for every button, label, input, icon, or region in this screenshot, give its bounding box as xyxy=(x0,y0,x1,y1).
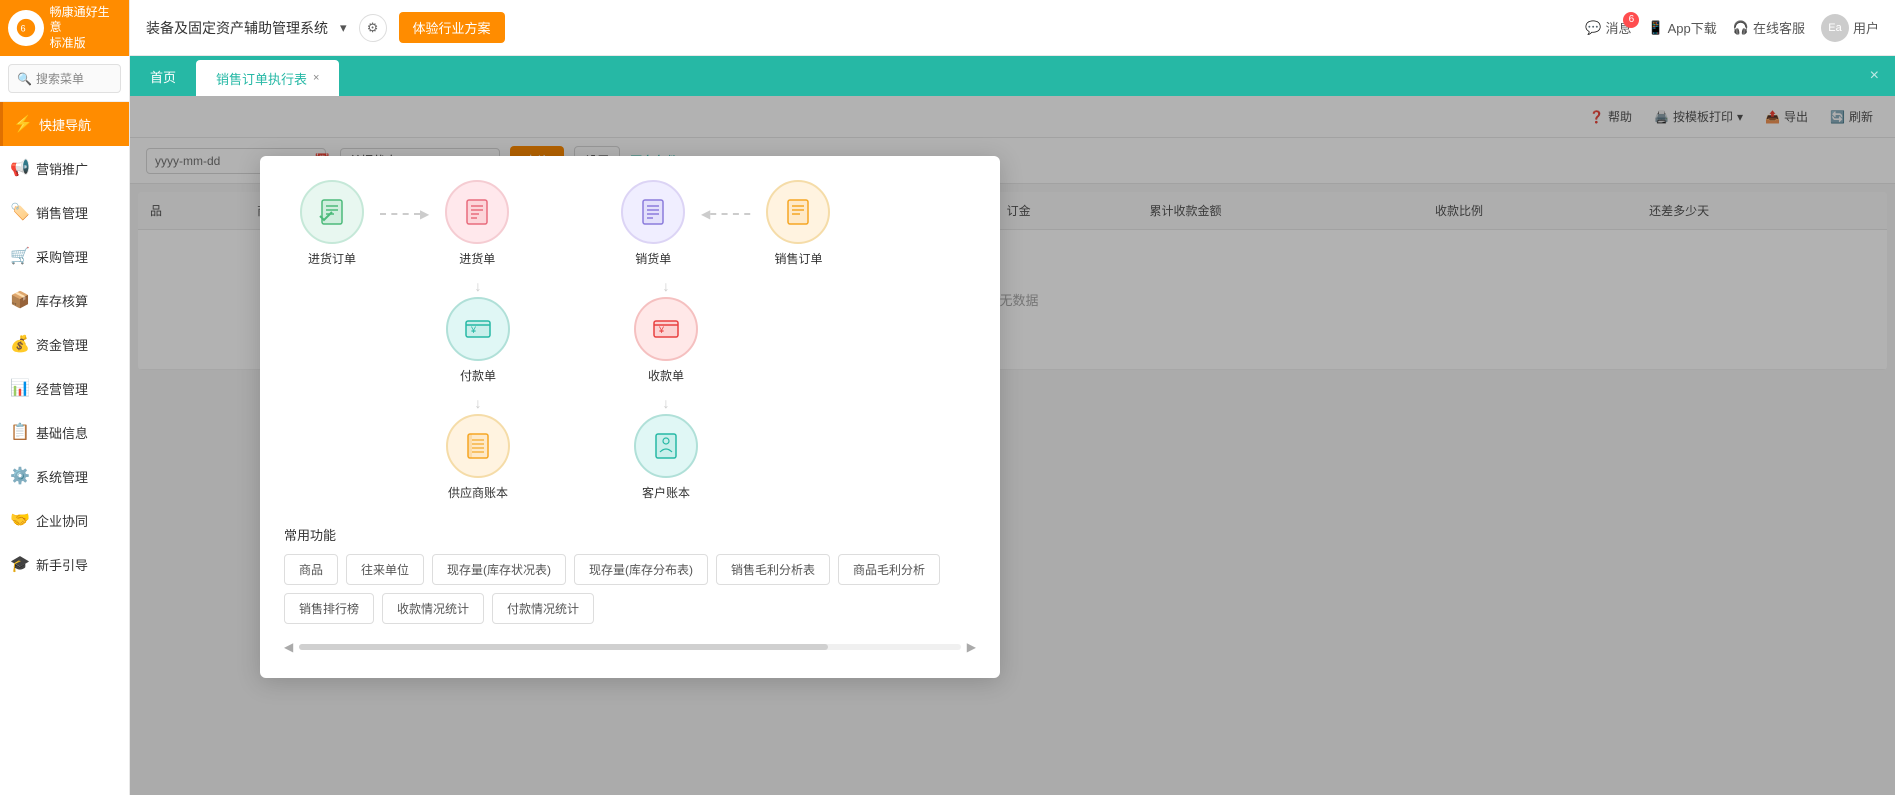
payment-icon: ¥ xyxy=(446,297,510,361)
avatar: Ea xyxy=(1821,14,1849,42)
sidebar-item-system[interactable]: ⚙️ 系统管理 xyxy=(0,454,129,498)
arrow-down-customer: ↓ xyxy=(663,396,670,410)
marketing-icon: 📢 xyxy=(10,158,28,178)
settings-button[interactable]: ⚙ xyxy=(359,14,387,42)
sidebar-item-finance[interactable]: 💰 资金管理 xyxy=(0,322,129,366)
message-button[interactable]: 💬 6 消息 xyxy=(1585,18,1631,37)
flow-node-sales-bill[interactable]: 销货单 xyxy=(621,180,685,267)
purchase-icon: 🛒 xyxy=(10,246,28,266)
flow-node-payment[interactable]: ¥ 付款单 xyxy=(446,297,510,384)
topbar-right: 💬 6 消息 📱 App下载 🎧 在线客服 Ea 用户 xyxy=(1585,14,1879,42)
sidebar-nav: ⚡ 快捷导航 📢 营销推广 🏷️ 销售管理 🛒 采购管理 📦 库存核算 💰 xyxy=(0,102,129,795)
topbar: 装备及固定资产辅助管理系统 ▾ ⚙ 体验行业方案 💬 6 消息 📱 App下载 xyxy=(130,0,1895,56)
tabbar: 首页 销售订单执行表 × × xyxy=(130,56,1895,96)
flow-node-purchase-order[interactable]: 进货订单 xyxy=(300,180,364,267)
sidebar-item-collab[interactable]: 🤝 企业协同 xyxy=(0,498,129,542)
sidebar-item-inventory[interactable]: 📦 库存核算 xyxy=(0,278,129,322)
flow-node-purchase-bill[interactable]: 进货单 xyxy=(445,180,509,267)
common-btn-product[interactable]: 商品 xyxy=(284,554,338,585)
flow-node-sales-order[interactable]: 销售订单 xyxy=(766,180,830,267)
quick-guide-modal: 进货订单 ▶ xyxy=(260,156,1000,678)
sidebar-item-basic[interactable]: 📋 基础信息 xyxy=(0,410,129,454)
sidebar-item-sales[interactable]: 🏷️ 销售管理 xyxy=(0,190,129,234)
collab-icon: 🤝 xyxy=(10,510,28,530)
system-title: 装备及固定资产辅助管理系统 xyxy=(146,18,328,38)
search-menu-button[interactable]: 🔍 搜索菜单 xyxy=(8,64,121,93)
arrow-down-supplier: ↓ xyxy=(475,396,482,410)
receipt-icon: ¥ xyxy=(634,297,698,361)
arrow-down-receipt: ↓ xyxy=(663,279,670,293)
sidebar-search-area: 🔍 搜索菜单 xyxy=(0,56,129,102)
common-btn-sales-rank[interactable]: 销售排行榜 xyxy=(284,593,374,624)
gear-icon: ⚙ xyxy=(367,20,379,36)
common-functions-section: 常用功能 商品 往来单位 现存量(库存状况表) 现存量(库存分布表) 销售毛利分… xyxy=(284,525,976,624)
customer-account-icon xyxy=(634,414,698,478)
close-all-tabs-button[interactable]: × xyxy=(1870,67,1895,85)
common-btn-product-profit[interactable]: 商品毛利分析 xyxy=(838,554,940,585)
modal-overlay[interactable]: 进货订单 ▶ xyxy=(130,96,1895,795)
sales-order-icon xyxy=(766,180,830,244)
system-icon: ⚙️ xyxy=(10,466,28,486)
tab-home[interactable]: 首页 xyxy=(130,56,196,96)
common-btn-stock-dist[interactable]: 现存量(库存分布表) xyxy=(574,554,708,585)
purchase-order-icon xyxy=(300,180,364,244)
operation-icon: 📊 xyxy=(10,378,28,398)
sidebar-item-quick[interactable]: ⚡ 快捷导航 xyxy=(0,102,129,146)
sales-icon: 🏷️ xyxy=(10,202,28,222)
common-buttons-row1: 商品 往来单位 现存量(库存状况表) 现存量(库存分布表) 销售毛利分析表 商品… xyxy=(284,554,976,585)
flow-diagram: 进货订单 ▶ xyxy=(284,180,976,501)
sidebar: 6 畅康通好生意 标准版 🔍 搜索菜单 ⚡ 快捷导航 📢 营销推广 🏷 xyxy=(0,0,130,795)
svg-text:6: 6 xyxy=(20,24,25,34)
sales-bill-icon xyxy=(621,180,685,244)
newbie-icon: 🎓 xyxy=(10,554,28,574)
scrollbar-track xyxy=(299,644,961,650)
supplier-account-icon xyxy=(446,414,510,478)
common-btn-receipt-stats[interactable]: 收款情况统计 xyxy=(382,593,484,624)
tab-close-button[interactable]: × xyxy=(313,72,319,84)
modal-scrollbar: ◀ ▶ xyxy=(284,640,976,654)
content-area: ❓ 帮助 🖨️ 按模板打印 ▾ 📤 导出 � xyxy=(130,96,1895,795)
common-btn-contacts[interactable]: 往来单位 xyxy=(346,554,424,585)
common-btn-sales-profit[interactable]: 销售毛利分析表 xyxy=(716,554,830,585)
online-service-button[interactable]: 🎧 在线客服 xyxy=(1733,18,1805,37)
inventory-icon: 📦 xyxy=(10,290,28,310)
scroll-right-button[interactable]: ▶ xyxy=(967,640,976,654)
logo-icon: 6 xyxy=(8,10,44,46)
arrow-purchase: ▶ xyxy=(380,207,429,221)
search-icon: 🔍 xyxy=(17,72,32,86)
arrow-down-payment: ↓ xyxy=(475,279,482,293)
main-area: 装备及固定资产辅助管理系统 ▾ ⚙ 体验行业方案 💬 6 消息 📱 App下载 xyxy=(130,0,1895,795)
sidebar-item-marketing[interactable]: 📢 营销推广 xyxy=(0,146,129,190)
sidebar-logo: 6 畅康通好生意 标准版 xyxy=(0,0,129,56)
arrow-sales-left: ▶ xyxy=(701,207,750,221)
tab-sales-order[interactable]: 销售订单执行表 × xyxy=(196,60,339,96)
logo-text: 畅康通好生意 标准版 xyxy=(50,5,121,52)
sidebar-item-operation[interactable]: 📊 经营管理 xyxy=(0,366,129,410)
service-icon: 🎧 xyxy=(1733,20,1749,36)
flow-node-supplier-account[interactable]: 供应商账本 xyxy=(446,414,510,501)
system-dropdown[interactable]: ▾ xyxy=(340,20,347,36)
message-icon: 💬 xyxy=(1585,20,1601,36)
svg-text:¥: ¥ xyxy=(470,325,477,335)
basic-icon: 📋 xyxy=(10,422,28,442)
user-button[interactable]: Ea 用户 xyxy=(1821,14,1879,42)
common-btn-stock-status[interactable]: 现存量(库存状况表) xyxy=(432,554,566,585)
sidebar-item-newbie[interactable]: 🎓 新手引导 xyxy=(0,542,129,586)
finance-icon: 💰 xyxy=(10,334,28,354)
purchase-bill-icon xyxy=(445,180,509,244)
dropdown-arrow-icon: ▾ xyxy=(340,20,347,36)
common-buttons-row2: 销售排行榜 收款情况统计 付款情况统计 xyxy=(284,593,976,624)
flow-node-receipt[interactable]: ¥ 收款单 xyxy=(634,297,698,384)
common-functions-title: 常用功能 xyxy=(284,525,976,544)
flow-node-customer-account[interactable]: 客户账本 xyxy=(634,414,698,501)
app-icon: 📱 xyxy=(1647,20,1663,36)
svg-text:¥: ¥ xyxy=(658,325,665,335)
sidebar-item-purchase[interactable]: 🛒 采购管理 xyxy=(0,234,129,278)
quick-icon: ⚡ xyxy=(13,114,31,134)
common-btn-payment-stats[interactable]: 付款情况统计 xyxy=(492,593,594,624)
trial-button[interactable]: 体验行业方案 xyxy=(399,12,505,43)
app-download-button[interactable]: 📱 App下载 xyxy=(1647,18,1716,37)
scrollbar-thumb[interactable] xyxy=(299,644,828,650)
scroll-left-button[interactable]: ◀ xyxy=(284,640,293,654)
